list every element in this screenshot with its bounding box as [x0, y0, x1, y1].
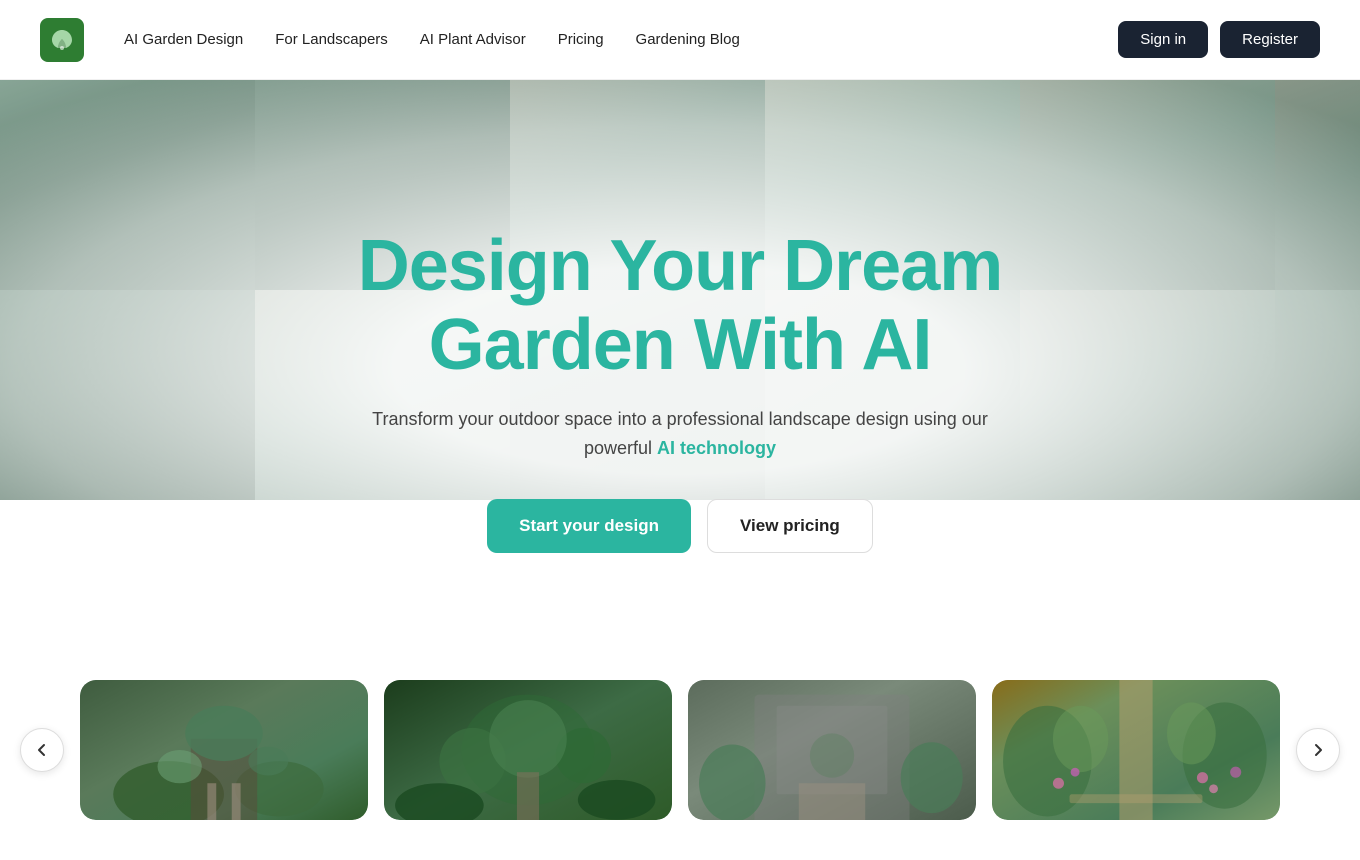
- nav-link-pricing[interactable]: Pricing: [558, 31, 604, 48]
- navbar: AI Garden Design For Landscapers AI Plan…: [0, 0, 1360, 80]
- nav-link-ai-garden-design[interactable]: AI Garden Design: [124, 31, 243, 48]
- nav-right: Sign in Register: [1118, 21, 1320, 58]
- logo-icon: [40, 18, 84, 62]
- hero-subtitle: Transform your outdoor space into a prof…: [360, 405, 1000, 463]
- carousel-prev-button[interactable]: [20, 728, 64, 772]
- logo-svg: [48, 26, 76, 54]
- start-design-button[interactable]: Start your design: [487, 499, 691, 553]
- signin-button[interactable]: Sign in: [1118, 21, 1208, 58]
- carousel-item-4: [992, 680, 1280, 820]
- hero-title: Design Your Dream Garden With AI: [358, 227, 1003, 385]
- hero-section: Design Your Dream Garden With AI Transfo…: [0, 80, 1360, 660]
- ai-technology-link[interactable]: AI technology: [657, 438, 776, 458]
- logo[interactable]: [40, 18, 84, 62]
- chevron-right-icon: [1309, 741, 1327, 759]
- nav-link-for-landscapers[interactable]: For Landscapers: [275, 31, 388, 48]
- hero-buttons: Start your design View pricing: [487, 499, 873, 553]
- garden-image-2: [384, 680, 672, 820]
- carousel-item-3: [688, 680, 976, 820]
- carousel-track: [80, 680, 1280, 820]
- garden-image-4: [992, 680, 1280, 820]
- carousel-next-button[interactable]: [1296, 728, 1340, 772]
- nav-link-gardening-blog[interactable]: Gardening Blog: [636, 31, 740, 48]
- garden-image-1: [80, 680, 368, 820]
- register-button[interactable]: Register: [1220, 21, 1320, 58]
- garden-image-3: [688, 680, 976, 820]
- nav-links: AI Garden Design For Landscapers AI Plan…: [124, 31, 740, 48]
- view-pricing-button[interactable]: View pricing: [707, 499, 873, 553]
- carousel-section: [0, 660, 1360, 860]
- nav-link-ai-plant-advisor[interactable]: AI Plant Advisor: [420, 31, 526, 48]
- nav-left: AI Garden Design For Landscapers AI Plan…: [40, 18, 740, 62]
- chevron-left-icon: [33, 741, 51, 759]
- carousel-item-1: [80, 680, 368, 820]
- carousel-item-2: [384, 680, 672, 820]
- hero-content: Design Your Dream Garden With AI Transfo…: [338, 187, 1023, 553]
